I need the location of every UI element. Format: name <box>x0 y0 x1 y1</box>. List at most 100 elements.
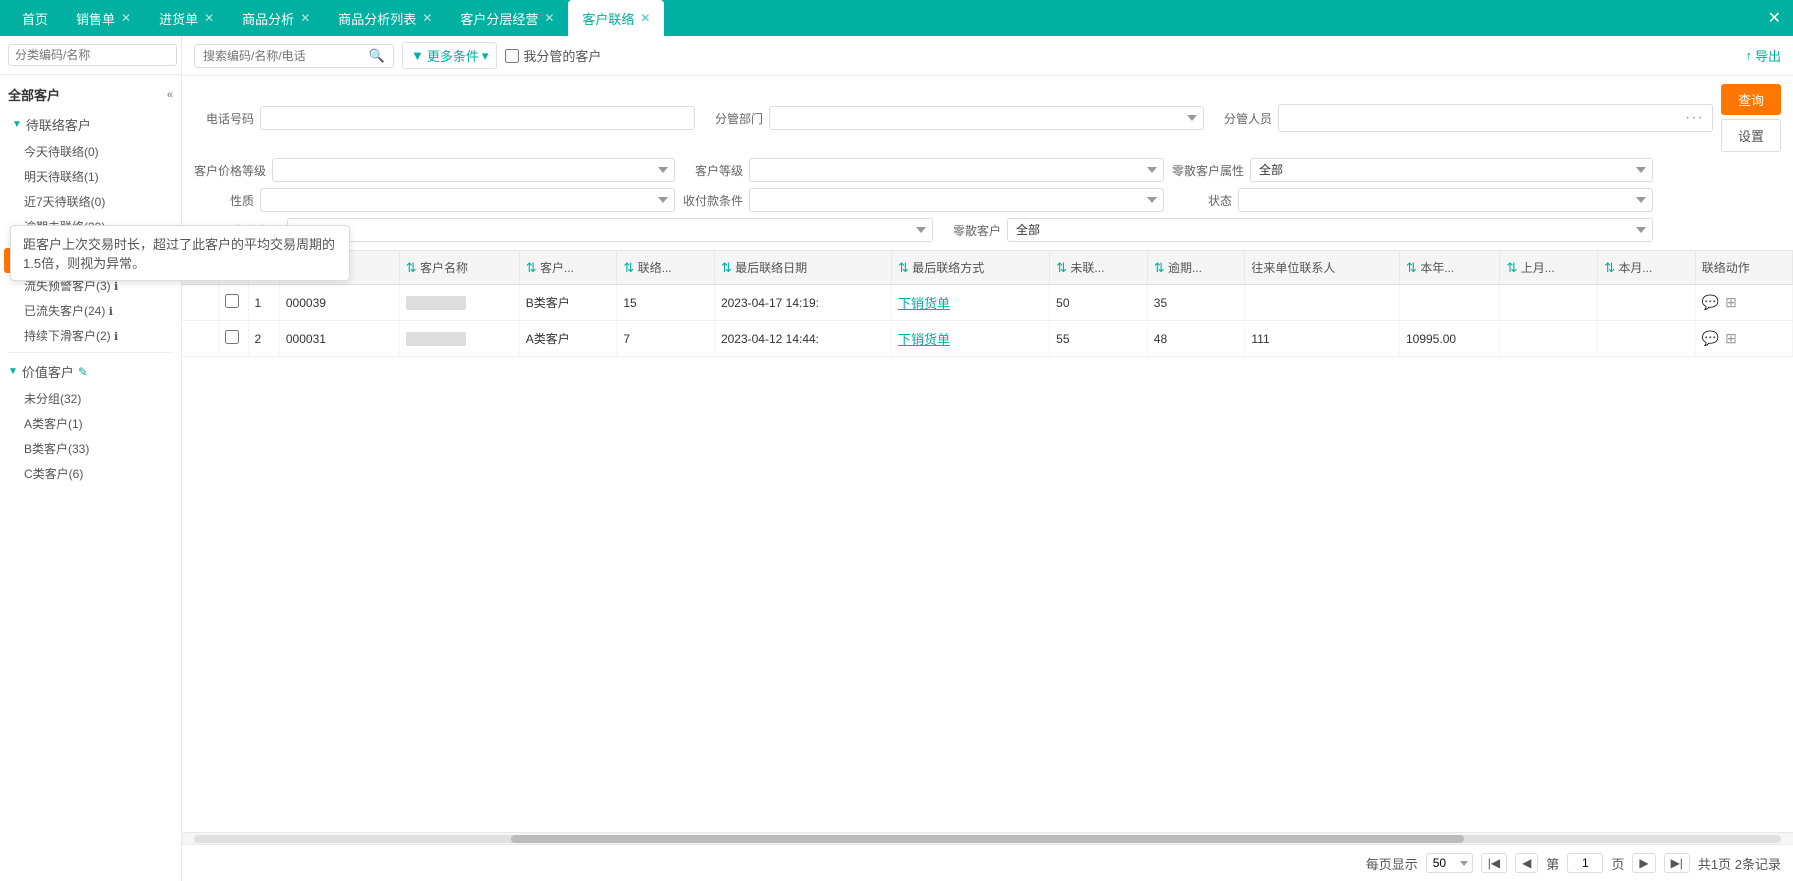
col-sort-this-month[interactable]: ⇅ <box>1604 260 1615 275</box>
nav-home[interactable]: 首页 <box>8 0 62 36</box>
nav-customer-seg[interactable]: 客户分层经营 ✕ <box>446 0 568 36</box>
th-category[interactable]: ⇅ 客户... <box>519 251 617 285</box>
th-uncontacted[interactable]: ⇅ 未联... <box>1050 251 1148 285</box>
nav-analysis-list[interactable]: 商品分析列表 ✕ <box>324 0 446 36</box>
nav-sales[interactable]: 销售单 ✕ <box>62 0 145 36</box>
col-sort-contact[interactable]: ⇅ <box>623 260 634 275</box>
nav-analysis[interactable]: 商品分析 ✕ <box>228 0 324 36</box>
row-method-link-1[interactable]: 下销货单 <box>898 332 950 347</box>
close-customer-seg-tab[interactable]: ✕ <box>544 11 554 25</box>
customer-grade-select[interactable] <box>749 158 1164 182</box>
th-last-month[interactable]: ⇅ 上月... <box>1500 251 1598 285</box>
sidebar-all-customers[interactable]: 全部客户 « <box>0 79 181 110</box>
sidebar-collapse-btn[interactable]: « <box>167 89 173 101</box>
sidebar-pending-contact-section[interactable]: ▼ 待联络客户 <box>0 110 181 139</box>
blurred-name-1 <box>406 332 466 346</box>
price-grade-select[interactable] <box>272 158 675 182</box>
export-button[interactable]: ↑ 导出 <box>1745 46 1781 65</box>
search-main-input[interactable] <box>203 49 369 63</box>
page-input[interactable] <box>1567 853 1603 873</box>
sidebar-value-customer-section[interactable]: ▼ 价值客户 ✎ <box>0 357 181 386</box>
prev-page-button[interactable]: ◀ <box>1515 853 1538 873</box>
my-customer-checkbox[interactable] <box>505 49 519 63</box>
col-sort-this-year[interactable]: ⇅ <box>1406 260 1417 275</box>
close-purchase-tab[interactable]: ✕ <box>204 11 214 25</box>
row-uncontacted-0: 50 <box>1050 285 1148 321</box>
sidebar-item-b-class[interactable]: B类客户(33) <box>0 436 181 461</box>
adv-filter-panel: 电话号码 分管部门 分管人员 ··· 查询 <box>182 76 1793 251</box>
sidebar-search-input[interactable] <box>8 44 177 66</box>
sidebar-item-a-class[interactable]: A类客户(1) <box>0 411 181 436</box>
payment-select[interactable] <box>749 188 1164 212</box>
sidebar-item-churned[interactable]: 已流失客户(24) ℹ <box>0 298 181 323</box>
col-sort-date[interactable]: ⇅ <box>721 260 732 275</box>
sidebar-item-declining[interactable]: 持续下滑客户(2) ℹ <box>0 323 181 348</box>
settings-button[interactable]: 设置 <box>1721 119 1781 152</box>
action-grid-1[interactable]: ⊞ <box>1725 330 1737 347</box>
sidebar-item-ungroups[interactable]: 未分组(32) <box>0 386 181 411</box>
close-analysis-tab[interactable]: ✕ <box>300 11 310 25</box>
window-close-button[interactable]: ✕ <box>1768 8 1781 28</box>
th-overdue[interactable]: ⇅ 逾期... <box>1147 251 1245 285</box>
my-customer-checkbox-label[interactable]: 我分管的客户 <box>505 46 601 65</box>
more-conditions-button[interactable]: ▼ 更多条件 ▾ <box>402 42 497 69</box>
top-nav: 首页 销售单 ✕ 进货单 ✕ 商品分析 ✕ 商品分析列表 ✕ 客户分层经营 ✕ … <box>0 0 1793 36</box>
horizontal-scrollbar[interactable] <box>182 832 1793 844</box>
retail-customer-label: 零散客户 <box>941 222 1001 239</box>
nav-customer-contact[interactable]: 客户联络 ✕ <box>568 0 664 36</box>
row-code-1: 000031 <box>279 321 399 357</box>
value-customer-edit-icon[interactable]: ✎ <box>78 365 88 379</box>
action-chat-1[interactable]: 💬 <box>1702 330 1719 347</box>
last-page-button[interactable]: ▶| <box>1664 853 1690 873</box>
phone-input[interactable] <box>260 106 695 130</box>
sidebar-content: 全部客户 « ▼ 待联络客户 今天待联络(0) 明天待联络(1) 近7天待联络(… <box>0 75 181 881</box>
sidebar-item-today[interactable]: 今天待联络(0) <box>0 139 181 164</box>
col-sort-overdue[interactable]: ⇅ <box>1154 260 1165 275</box>
row-method-link-0[interactable]: 下销货单 <box>898 296 950 311</box>
th-last-contact-date[interactable]: ⇅ 最后联络日期 <box>714 251 891 285</box>
person-input-wrap[interactable]: ··· <box>1278 104 1713 132</box>
gender-select[interactable] <box>260 188 675 212</box>
col-sort-name[interactable]: ⇅ <box>406 260 417 275</box>
th-last-contact-method[interactable]: ⇅ 最后联络方式 <box>891 251 1049 285</box>
table-area[interactable]: ⚙ ⇅ 客户编码 ⇅ 客户名称 ⇅ 客户... <box>182 251 1793 832</box>
row-contact-1: 7 <box>617 321 715 357</box>
th-unit-contact[interactable]: 往来单位联系人 <box>1245 251 1400 285</box>
nav-purchase[interactable]: 进货单 ✕ <box>145 0 228 36</box>
customer-type-select[interactable] <box>287 218 933 242</box>
next-page-button[interactable]: ▶ <box>1632 853 1655 873</box>
row-settings-1 <box>182 321 218 357</box>
close-analysis-list-tab[interactable]: ✕ <box>422 11 432 25</box>
row-checkbox-0[interactable] <box>225 294 239 308</box>
action-chat-0[interactable]: 💬 <box>1702 294 1719 311</box>
row-this-year-0 <box>1399 285 1500 321</box>
col-sort-method[interactable]: ⇅ <box>898 260 909 275</box>
retail-customer-select[interactable]: 全部 <box>1007 218 1653 242</box>
section-arrow-icon: ▼ <box>12 119 22 130</box>
action-grid-0[interactable]: ⊞ <box>1725 294 1737 311</box>
row-last-method-1: 下销货单 <box>891 321 1049 357</box>
search-main-icon[interactable]: 🔍 <box>369 48 385 64</box>
th-name[interactable]: ⇅ 客户名称 <box>399 251 519 285</box>
sidebar-item-c-class[interactable]: C类客户(6) <box>0 461 181 486</box>
row-unit-contact-0 <box>1245 285 1400 321</box>
th-this-year[interactable]: ⇅ 本年... <box>1399 251 1500 285</box>
close-sales-tab[interactable]: ✕ <box>121 11 131 25</box>
query-button[interactable]: 查询 <box>1721 84 1781 115</box>
th-contact[interactable]: ⇅ 联络... <box>617 251 715 285</box>
col-sort-uncontacted[interactable]: ⇅ <box>1056 260 1067 275</box>
sidebar-item-7days[interactable]: 近7天待联络(0) <box>0 189 181 214</box>
per-page-select[interactable]: 10 20 50 100 <box>1426 853 1473 873</box>
status-select[interactable] <box>1238 188 1653 212</box>
row-checkbox-1[interactable] <box>225 330 239 344</box>
info-icon-2: ℹ <box>114 281 118 293</box>
retail-attr-select[interactable]: 全部 <box>1250 158 1653 182</box>
first-page-button[interactable]: |◀ <box>1481 853 1507 873</box>
dept-select[interactable] <box>769 106 1204 130</box>
col-sort-last-month[interactable]: ⇅ <box>1506 260 1517 275</box>
close-customer-contact-tab[interactable]: ✕ <box>640 11 650 25</box>
th-this-month[interactable]: ⇅ 本月... <box>1598 251 1696 285</box>
col-sort-category[interactable]: ⇅ <box>526 260 537 275</box>
sidebar-item-tomorrow[interactable]: 明天待联络(1) <box>0 164 181 189</box>
row-last-method-0: 下销货单 <box>891 285 1049 321</box>
